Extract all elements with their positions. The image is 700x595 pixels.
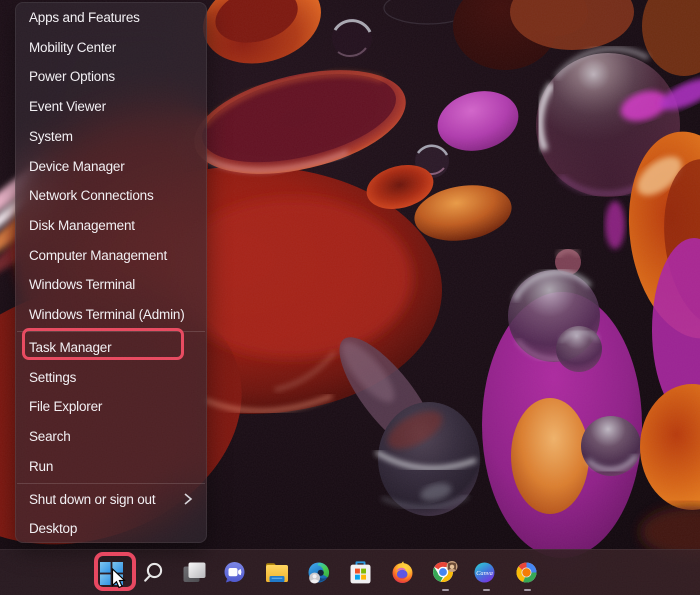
svg-text:Canva: Canva (476, 570, 493, 577)
